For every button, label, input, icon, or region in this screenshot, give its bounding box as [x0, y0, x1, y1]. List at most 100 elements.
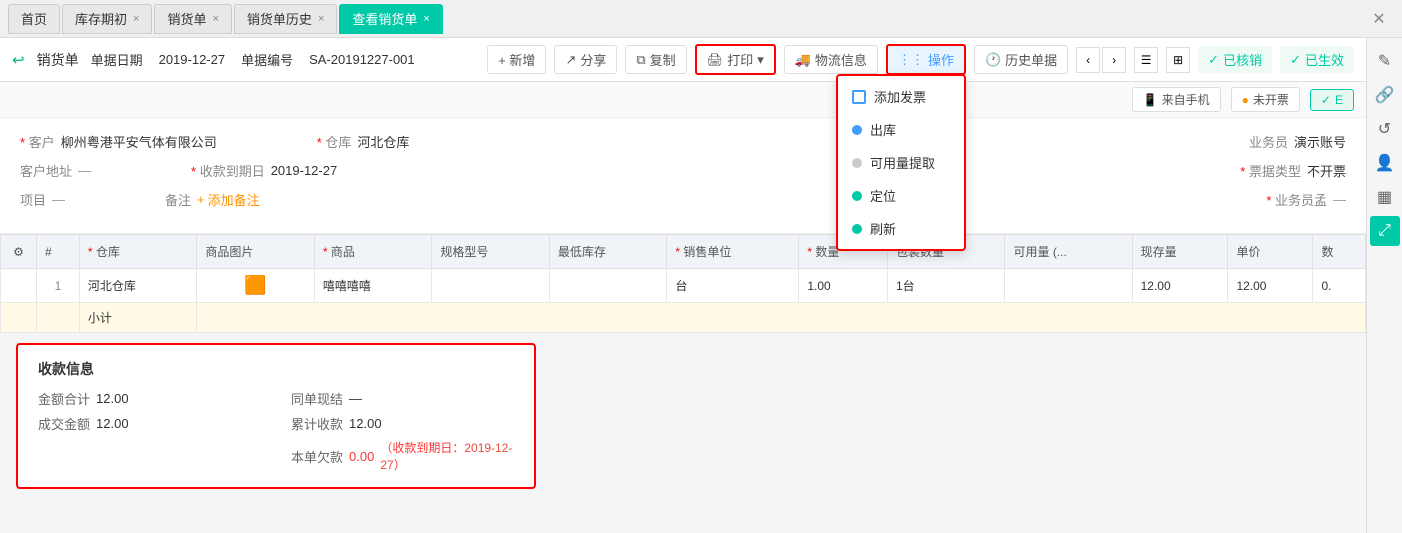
list-view-button[interactable]: ☰ [1134, 47, 1158, 73]
sidebar-refresh-icon[interactable]: ↺ [1370, 114, 1400, 144]
staff2-field: * 业务员孟 — [1266, 190, 1346, 209]
col-num: # [37, 235, 80, 269]
same-order-settle-label: 同单现结 [291, 389, 343, 408]
tab-sales-history-close[interactable]: × [318, 13, 324, 25]
tab-inventory[interactable]: 库存期初 × [62, 4, 152, 34]
col-gear[interactable]: ⚙ [1, 235, 37, 269]
verified-icon: ✓ [1208, 52, 1219, 68]
check-label: E [1335, 93, 1343, 107]
tab-inventory-close[interactable]: × [133, 13, 139, 25]
tab-sales[interactable]: 销货单 × [154, 4, 231, 34]
col-product: * 商品 [314, 235, 432, 269]
history-icon: 🕐 [985, 52, 1001, 68]
cell-price: 12.00 [1228, 269, 1313, 303]
from-phone-button[interactable]: 📱 来自手机 [1132, 87, 1221, 112]
ticket-value: 不开票 [1307, 161, 1346, 180]
tab-sales-history[interactable]: 销货单历史 × [234, 4, 337, 34]
history-button[interactable]: 🕐 历史单据 [974, 45, 1068, 74]
right-sidebar: ✎ 🔗 ↺ 👤 ▦ ⤢ [1366, 38, 1402, 533]
table-header: ⚙ # * 仓库 商品图片 * 商品 规格型号 最低库存 * 销售单位 * 数量… [1, 235, 1366, 269]
no-label: 单据编号 [241, 50, 293, 69]
cell-stock: 12.00 [1132, 269, 1228, 303]
due-amount-extra: （收款到期日：2019-12-27） [380, 439, 514, 473]
logistics-button[interactable]: 🚚 物流信息 [784, 45, 878, 74]
prev-arrow[interactable]: ‹ [1076, 47, 1100, 73]
locate-icon [852, 191, 862, 201]
action-button[interactable]: ⋮⋮ 操作 [886, 44, 966, 75]
col-price: 单价 [1228, 235, 1313, 269]
total-amount-value: 12.00 [96, 391, 129, 406]
outbound-icon [852, 125, 862, 135]
customer-label: * 客户 [20, 132, 55, 151]
grid-view-button[interactable]: ⊞ [1166, 47, 1190, 73]
refresh-icon [852, 224, 862, 234]
subtotal-label: 小计 [79, 303, 197, 333]
summary-box: 收款信息 金额合计 12.00 同单现结 — 成交金额 12.00 累计收款 1… [16, 343, 536, 489]
action-outbound[interactable]: 出库 [838, 113, 964, 146]
sidebar-table-icon[interactable]: ▦ [1370, 182, 1400, 212]
tab-home[interactable]: 首页 [8, 4, 60, 34]
new-button-label: + 新增 [498, 50, 535, 69]
col-amount: 数 [1313, 235, 1366, 269]
refresh-label: 刷新 [870, 219, 896, 238]
effective-icon: ✓ [1290, 52, 1301, 68]
logistics-icon: 🚚 [795, 52, 811, 68]
add-invoice-label: 添加发票 [874, 87, 926, 106]
window-close-button[interactable]: ✕ [1368, 8, 1390, 30]
sidebar-link-icon[interactable]: 🔗 [1370, 80, 1400, 110]
action-locate[interactable]: 定位 [838, 179, 964, 212]
cumulative-payment-value: 12.00 [349, 416, 382, 431]
action-available-qty[interactable]: 可用量提取 [838, 146, 964, 179]
deal-amount-label: 成交金额 [38, 414, 90, 433]
share-button-label: 分享 [580, 50, 606, 69]
action-button-label: 操作 [928, 50, 954, 69]
note-field: 备注 + 添加备注 [165, 190, 260, 209]
check-button[interactable]: ✓ E [1310, 89, 1354, 111]
sidebar-expand-icon[interactable]: ⤢ [1370, 216, 1400, 246]
add-note-button[interactable]: + 添加备注 [197, 190, 260, 209]
customer-value: 柳州粤港平安气体有限公司 [61, 132, 217, 151]
deal-amount-value: 12.00 [96, 416, 129, 431]
date-value: 2019-12-27 [159, 52, 226, 67]
toolbar: ↩ 销货单 单据日期 2019-12-27 单据编号 SA-20191227-0… [0, 38, 1366, 82]
logistics-button-label: 物流信息 [815, 50, 867, 69]
nav-arrows: ‹ › [1076, 47, 1126, 73]
add-invoice-icon [852, 90, 866, 104]
summary-total-amount: 金额合计 12.00 [38, 389, 261, 408]
doc-type-icon: ↩ [12, 51, 25, 69]
address-label: 客户地址 [20, 161, 72, 180]
action-add-invoice[interactable]: 添加发票 [838, 80, 964, 113]
doc-type-label: 销货单 [37, 50, 79, 70]
tab-view-sales[interactable]: 查看销货单 × [339, 4, 442, 34]
col-img: 商品图片 [197, 235, 315, 269]
copy-button[interactable]: ⧉ 复制 [625, 45, 686, 74]
from-phone-label: 来自手机 [1162, 91, 1210, 108]
staff2-label: * 业务员孟 [1266, 190, 1327, 209]
effective-button[interactable]: ✓ 已生效 [1280, 46, 1354, 73]
summary-blank [38, 439, 261, 473]
subtotal-empty [197, 303, 1366, 333]
staff-label: 业务员 [1249, 132, 1288, 151]
verified-label: 已核销 [1223, 50, 1262, 69]
toolbar-right: + 新增 ↗ 分享 ⧉ 复制 🖨 打印 ▾ 🚚 物流信息 [487, 44, 1354, 75]
verified-button[interactable]: ✓ 已核销 [1198, 46, 1272, 73]
not-open-invoice-button[interactable]: ● 未开票 [1231, 87, 1300, 112]
print-button[interactable]: 🖨 打印 ▾ [695, 44, 776, 75]
print-dropdown-icon: ▾ [757, 52, 764, 68]
project-value: — [52, 192, 65, 207]
tab-sales-close[interactable]: × [212, 13, 218, 25]
next-arrow[interactable]: › [1102, 47, 1126, 73]
col-stock: 现存量 [1132, 235, 1228, 269]
share-icon: ↗ [565, 52, 576, 68]
new-button[interactable]: + 新增 [487, 45, 546, 74]
summary-same-order-settle: 同单现结 — [291, 389, 514, 408]
tab-view-sales-close[interactable]: × [423, 13, 429, 25]
share-button[interactable]: ↗ 分享 [554, 45, 617, 74]
print-button-label: 打印 [727, 50, 753, 69]
sidebar-edit-icon[interactable]: ✎ [1370, 46, 1400, 76]
action-refresh[interactable]: 刷新 [838, 212, 964, 245]
action-dropdown-menu: 添加发票 出库 可用量提取 定位 [836, 74, 966, 251]
cell-avail [1005, 269, 1132, 303]
cell-unit: 台 [667, 269, 799, 303]
sidebar-user-icon[interactable]: 👤 [1370, 148, 1400, 178]
